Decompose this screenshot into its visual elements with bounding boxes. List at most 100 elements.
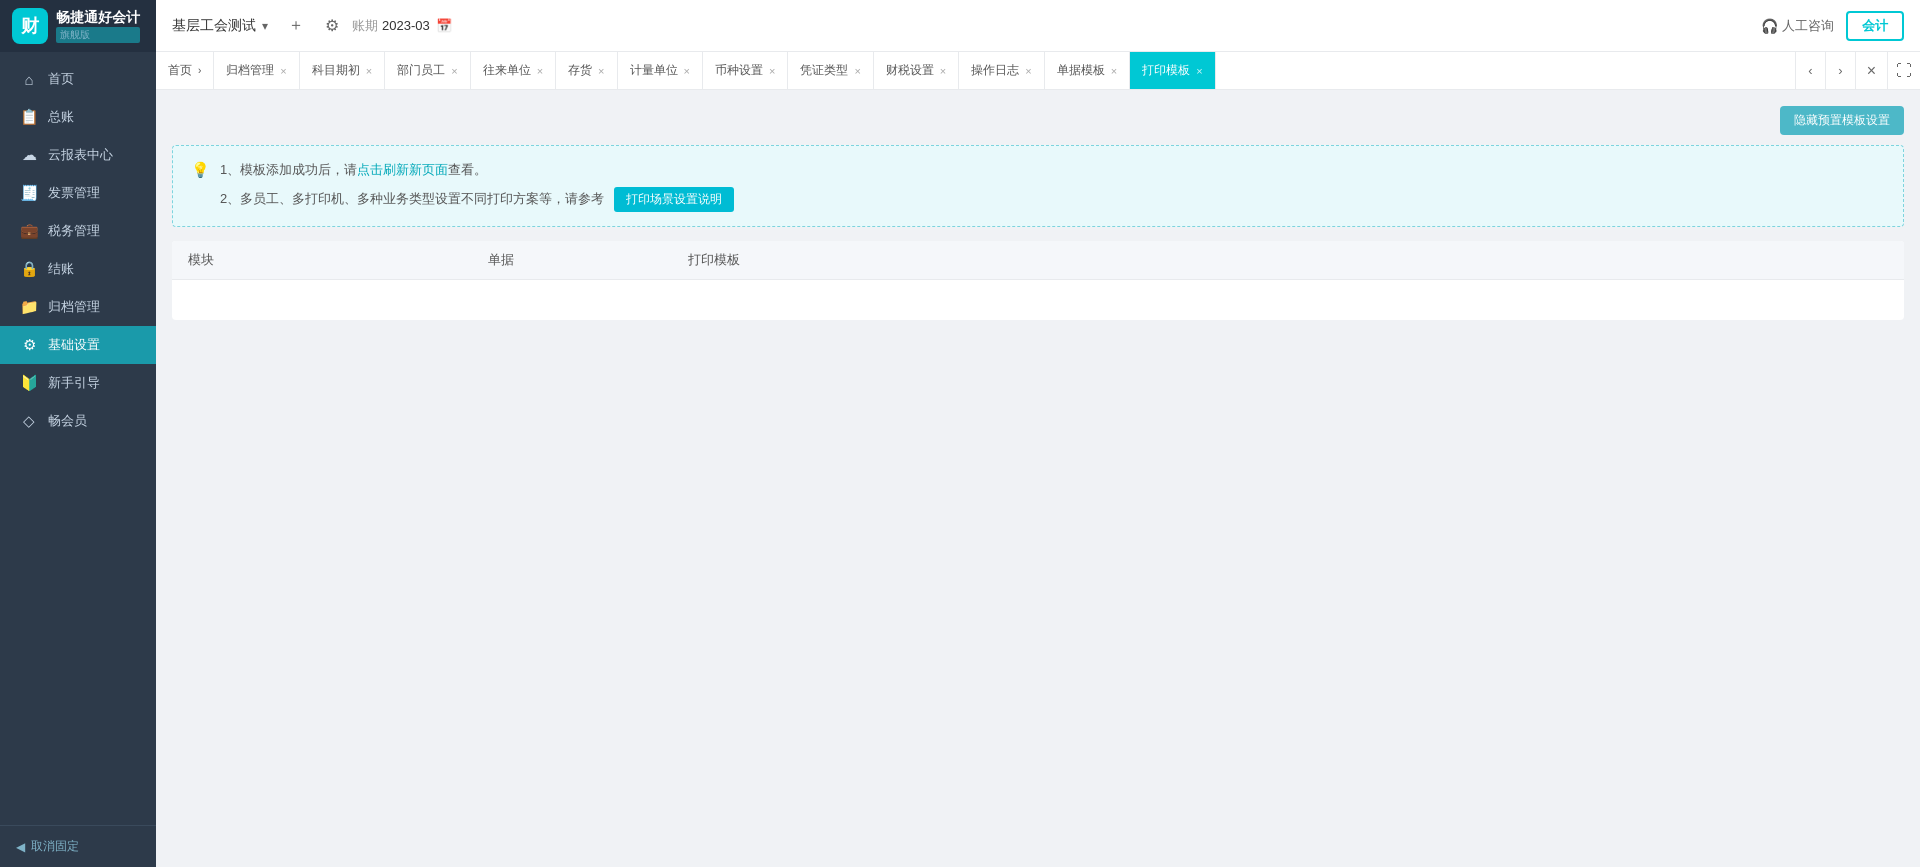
tab-prev-button[interactable]: ‹ (1796, 52, 1826, 90)
guide-icon: 🔰 (20, 374, 38, 392)
tab-voucher-template[interactable]: 单据模板 × (1045, 52, 1130, 90)
col-header-module: 模块 (172, 241, 472, 279)
member-icon: ◇ (20, 412, 38, 430)
tab-inventory-label: 存货 (568, 62, 592, 79)
tab-voucher-template-close-icon[interactable]: × (1111, 65, 1117, 77)
tab-archive-close-icon[interactable]: × (280, 65, 286, 77)
sidebar-item-ledger[interactable]: 📋 总账 (0, 98, 156, 136)
company-name: 基层工会测试 (172, 17, 256, 35)
topbar-actions: ＋ ⚙ (284, 14, 344, 38)
app-logo-text: 畅捷通好会计 旗舰版 (56, 9, 140, 44)
tab-counterpart-close-icon[interactable]: × (537, 65, 543, 77)
app-edition: 旗舰版 (56, 27, 140, 43)
sidebar-item-tax[interactable]: 💼 税务管理 (0, 212, 156, 250)
home-icon: ⌂ (20, 70, 38, 88)
app-name: 畅捷通好会计 (56, 9, 140, 26)
tab-department-close-icon[interactable]: × (451, 65, 457, 77)
archive-icon: 📁 (20, 298, 38, 316)
tab-print-template[interactable]: 打印模板 × (1130, 52, 1215, 90)
tab-home[interactable]: 首页 › (156, 52, 214, 90)
tab-counterpart-label: 往来单位 (483, 62, 531, 79)
tab-tax-settings[interactable]: 财税设置 × (874, 52, 959, 90)
sidebar-logo: 财 畅捷通好会计 旗舰版 (0, 0, 156, 52)
notice-text-1: 1、模板添加成功后，请点击刷新新页面查看。 (220, 160, 487, 181)
calendar-icon[interactable]: 📅 (436, 18, 452, 33)
sidebar-item-label-ledger: 总账 (48, 108, 74, 126)
tab-home-arrow-icon: › (198, 65, 201, 76)
sidebar-item-basic[interactable]: ⚙ 基础设置 (0, 326, 156, 364)
tab-subject-init-label: 科目期初 (312, 62, 360, 79)
tab-subject-init[interactable]: 科目期初 × (300, 52, 385, 90)
tab-inventory-close-icon[interactable]: × (598, 65, 604, 77)
period-label: 账期 (352, 17, 378, 35)
tabbar: 首页 › 归档管理 × 科目期初 × 部门员工 × 往来单位 × 存货 × 计量… (156, 52, 1920, 90)
tab-voucher-type-close-icon[interactable]: × (854, 65, 860, 77)
main-area: 基层工会测试 ▾ ＋ ⚙ 账期 2023-03 📅 🎧 人工咨询 会计 首页 ›… (156, 0, 1920, 867)
sidebar-item-archive[interactable]: 📁 归档管理 (0, 288, 156, 326)
period-display: 账期 2023-03 📅 (352, 17, 452, 35)
tab-unit[interactable]: 计量单位 × (618, 52, 703, 90)
account-button[interactable]: 会计 (1846, 11, 1904, 41)
sidebar-nav: ⌂ 首页 📋 总账 ☁ 云报表中心 🧾 发票管理 💼 税务管理 🔒 结账 📁 归… (0, 52, 156, 825)
tab-department-label: 部门员工 (397, 62, 445, 79)
service-button[interactable]: 🎧 人工咨询 (1761, 17, 1834, 35)
sidebar-item-home[interactable]: ⌂ 首页 (0, 60, 156, 98)
topbar-right: 🎧 人工咨询 会计 (1761, 11, 1904, 41)
sidebar-item-member[interactable]: ◇ 畅会员 (0, 402, 156, 440)
tab-expand-button[interactable]: ⛶ (1888, 52, 1920, 90)
hide-template-section: 隐藏预置模板设置 (172, 106, 1904, 135)
sidebar-item-label-member: 畅会员 (48, 412, 87, 430)
company-dropdown-icon: ▾ (262, 19, 268, 33)
tab-subject-init-close-icon[interactable]: × (366, 65, 372, 77)
notice-row-1: 💡 1、模板添加成功后，请点击刷新新页面查看。 (191, 160, 1885, 181)
add-tab-button[interactable]: ＋ (284, 14, 308, 38)
headset-icon: 🎧 (1761, 18, 1778, 34)
notice-line2-prefix: 2、多员工、多打印机、多种业务类型设置不同打印方案等，请参考 (220, 191, 604, 206)
sidebar-item-label-basic: 基础设置 (48, 336, 100, 354)
tab-counterpart[interactable]: 往来单位 × (471, 52, 556, 90)
settings-icon[interactable]: ⚙ (320, 14, 344, 38)
tabbar-nav: ‹ › × ⛶ (1795, 52, 1920, 90)
hide-template-button[interactable]: 隐藏预置模板设置 (1780, 106, 1904, 135)
notice-line1-suffix: 查看。 (448, 162, 487, 177)
cancel-pin-button[interactable]: ◀ 取消固定 (0, 825, 156, 867)
bulb-icon: 💡 (191, 161, 210, 179)
tab-operation-log-close-icon[interactable]: × (1025, 65, 1031, 77)
tab-operation-log[interactable]: 操作日志 × (959, 52, 1044, 90)
sidebar-item-label-guide: 新手引导 (48, 374, 100, 392)
notice-box: 💡 1、模板添加成功后，请点击刷新新页面查看。 💡 2、多员工、多打印机、多种业… (172, 145, 1904, 227)
notice-refresh-link[interactable]: 点击刷新新页面 (357, 162, 448, 177)
tab-voucher-type[interactable]: 凭证类型 × (788, 52, 873, 90)
tab-print-template-close-icon[interactable]: × (1196, 65, 1202, 77)
tab-home-label: 首页 (168, 62, 192, 79)
tab-close-all-button[interactable]: × (1856, 52, 1888, 90)
tab-currency[interactable]: 币种设置 × (703, 52, 788, 90)
sidebar-item-label-archive: 归档管理 (48, 298, 100, 316)
basic-icon: ⚙ (20, 336, 38, 354)
cancel-pin-label: 取消固定 (31, 838, 79, 855)
notice-text-2: 2、多员工、多打印机、多种业务类型设置不同打印方案等，请参考 打印场景设置说明 (220, 187, 734, 212)
tab-next-button[interactable]: › (1826, 52, 1856, 90)
notice-line1-prefix: 1、模板添加成功后，请 (220, 162, 357, 177)
tab-archive-label: 归档管理 (226, 62, 274, 79)
tab-unit-close-icon[interactable]: × (684, 65, 690, 77)
tab-archive[interactable]: 归档管理 × (214, 52, 299, 90)
ledger-icon: 📋 (20, 108, 38, 126)
sidebar: 财 畅捷通好会计 旗舰版 ⌂ 首页 📋 总账 ☁ 云报表中心 🧾 发票管理 💼 … (0, 0, 156, 867)
period-value: 2023-03 (382, 18, 430, 33)
sidebar-item-guide[interactable]: 🔰 新手引导 (0, 364, 156, 402)
sidebar-item-label-invoice: 发票管理 (48, 184, 100, 202)
tab-inventory[interactable]: 存货 × (556, 52, 617, 90)
tab-currency-label: 币种设置 (715, 62, 763, 79)
tab-department[interactable]: 部门员工 × (385, 52, 470, 90)
company-selector[interactable]: 基层工会测试 ▾ (172, 17, 268, 35)
sidebar-item-closing[interactable]: 🔒 结账 (0, 250, 156, 288)
tab-currency-close-icon[interactable]: × (769, 65, 775, 77)
tab-print-template-label: 打印模板 (1142, 62, 1190, 79)
sidebar-item-report[interactable]: ☁ 云报表中心 (0, 136, 156, 174)
tab-voucher-template-label: 单据模板 (1057, 62, 1105, 79)
sidebar-item-invoice[interactable]: 🧾 发票管理 (0, 174, 156, 212)
tab-tax-settings-close-icon[interactable]: × (940, 65, 946, 77)
print-scene-button[interactable]: 打印场景设置说明 (614, 187, 734, 212)
table-header: 模块 单据 打印模板 (172, 241, 1904, 280)
